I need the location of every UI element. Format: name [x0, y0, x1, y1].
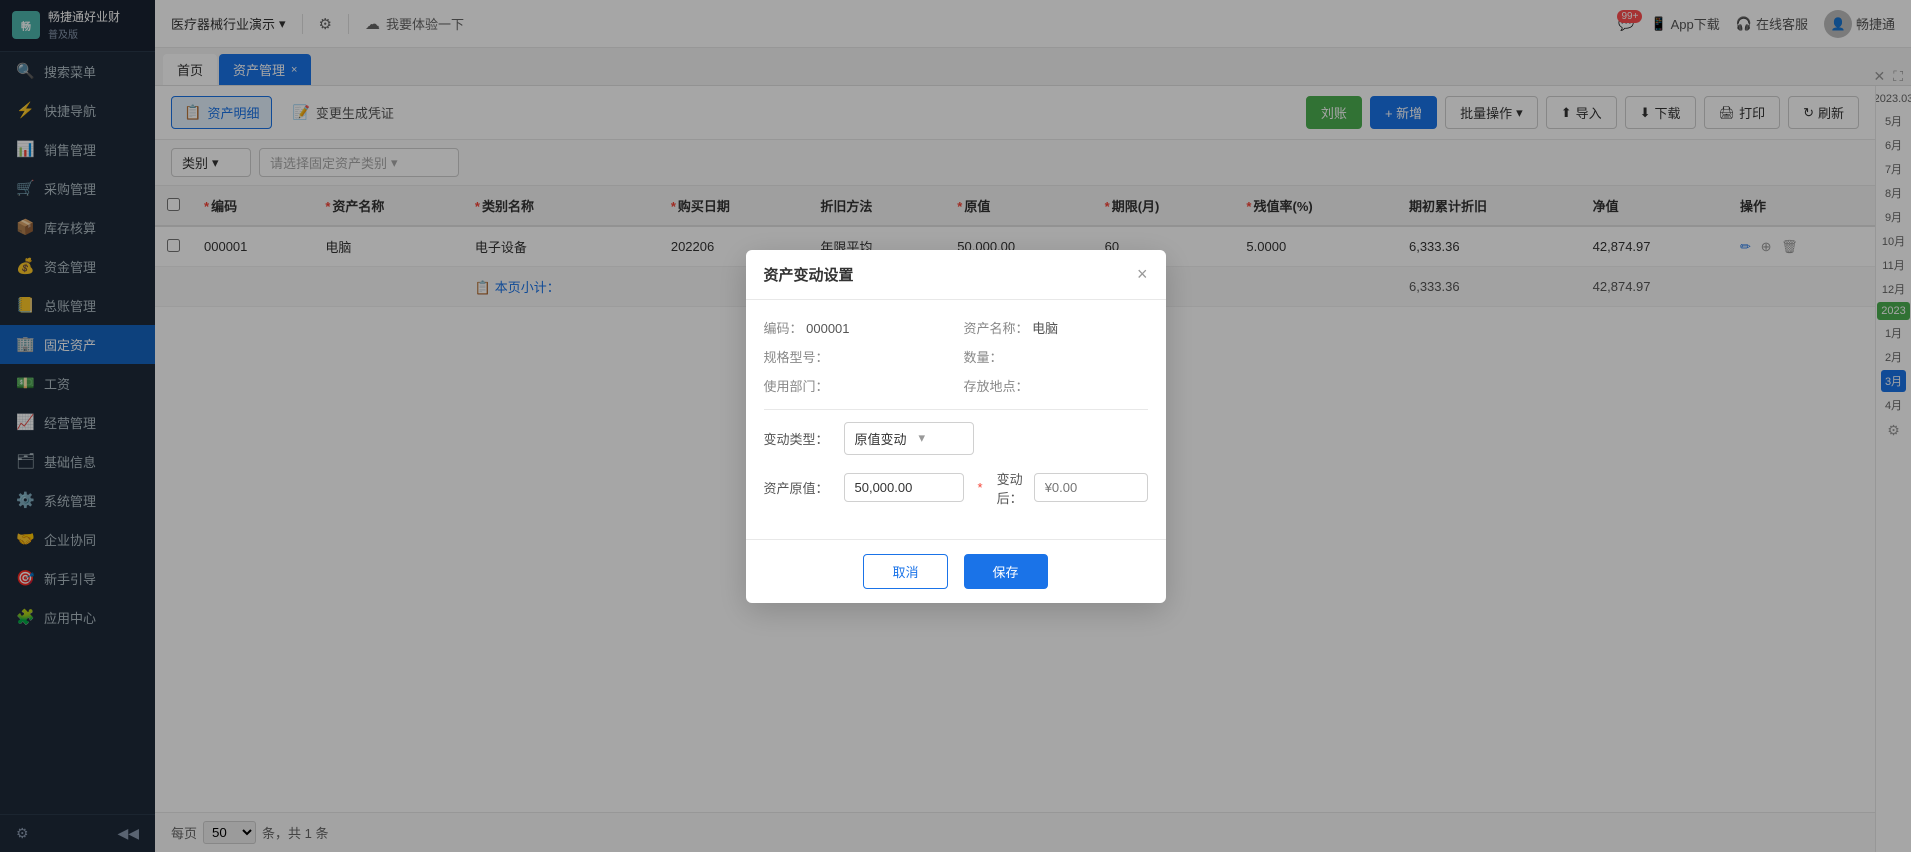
modal-value-row: 资产原值： 50,000.00 * 变动后：: [764, 469, 1148, 507]
modal-original-value-label: 资产原值：: [764, 478, 834, 497]
asset-change-modal: 资产变动设置 × 编码： 000001 资产名称： 电脑 规格型号： 数量：: [746, 250, 1166, 603]
modal-code-field: 编码： 000001: [764, 318, 948, 337]
modal-asset-name-value: 电脑: [1032, 321, 1058, 336]
modal-change-type-select[interactable]: 原值变动 ▾: [844, 422, 974, 455]
modal-location-field: 存放地点：: [964, 376, 1148, 395]
modal-dept-label: 使用部门：: [764, 379, 829, 394]
modal-divider: [764, 409, 1148, 410]
modal-after-change-input[interactable]: [1034, 473, 1148, 502]
modal-code-label: 编码：: [764, 321, 803, 336]
modal-spec-label: 规格型号：: [764, 350, 829, 365]
modal-save-btn[interactable]: 保存: [964, 554, 1048, 589]
modal-code-value: 000001: [806, 321, 849, 336]
modal-asset-name-field: 资产名称： 电脑: [964, 318, 1148, 337]
modal-title: 资产变动设置: [764, 264, 854, 285]
modal-after-change-label: 变动后：: [997, 469, 1024, 507]
modal-original-value-display: 50,000.00: [844, 473, 964, 502]
modal-qty-field: 数量：: [964, 347, 1148, 366]
modal-qty-label: 数量：: [964, 350, 1003, 365]
modal-location-label: 存放地点：: [964, 379, 1029, 394]
modal-required-star: *: [978, 480, 983, 495]
modal-info-grid: 编码： 000001 资产名称： 电脑 规格型号： 数量： 使用部门：: [764, 318, 1148, 395]
modal-change-type-value: 原值变动: [855, 429, 907, 448]
modal-close-btn[interactable]: ×: [1137, 265, 1148, 283]
modal-overlay: 资产变动设置 × 编码： 000001 资产名称： 电脑 规格型号： 数量：: [0, 0, 1911, 852]
modal-change-type-row: 变动类型： 原值变动 ▾: [764, 422, 1148, 455]
modal-change-type-dropdown-icon: ▾: [919, 430, 926, 446]
modal-cancel-btn[interactable]: 取消: [863, 554, 947, 589]
modal-dept-field: 使用部门：: [764, 376, 948, 395]
modal-spec-field: 规格型号：: [764, 347, 948, 366]
modal-header: 资产变动设置 ×: [746, 250, 1166, 300]
modal-body: 编码： 000001 资产名称： 电脑 规格型号： 数量： 使用部门：: [746, 300, 1166, 539]
modal-footer: 取消 保存: [746, 539, 1166, 603]
modal-change-type-label: 变动类型：: [764, 429, 834, 448]
modal-asset-name-label: 资产名称：: [964, 321, 1029, 336]
